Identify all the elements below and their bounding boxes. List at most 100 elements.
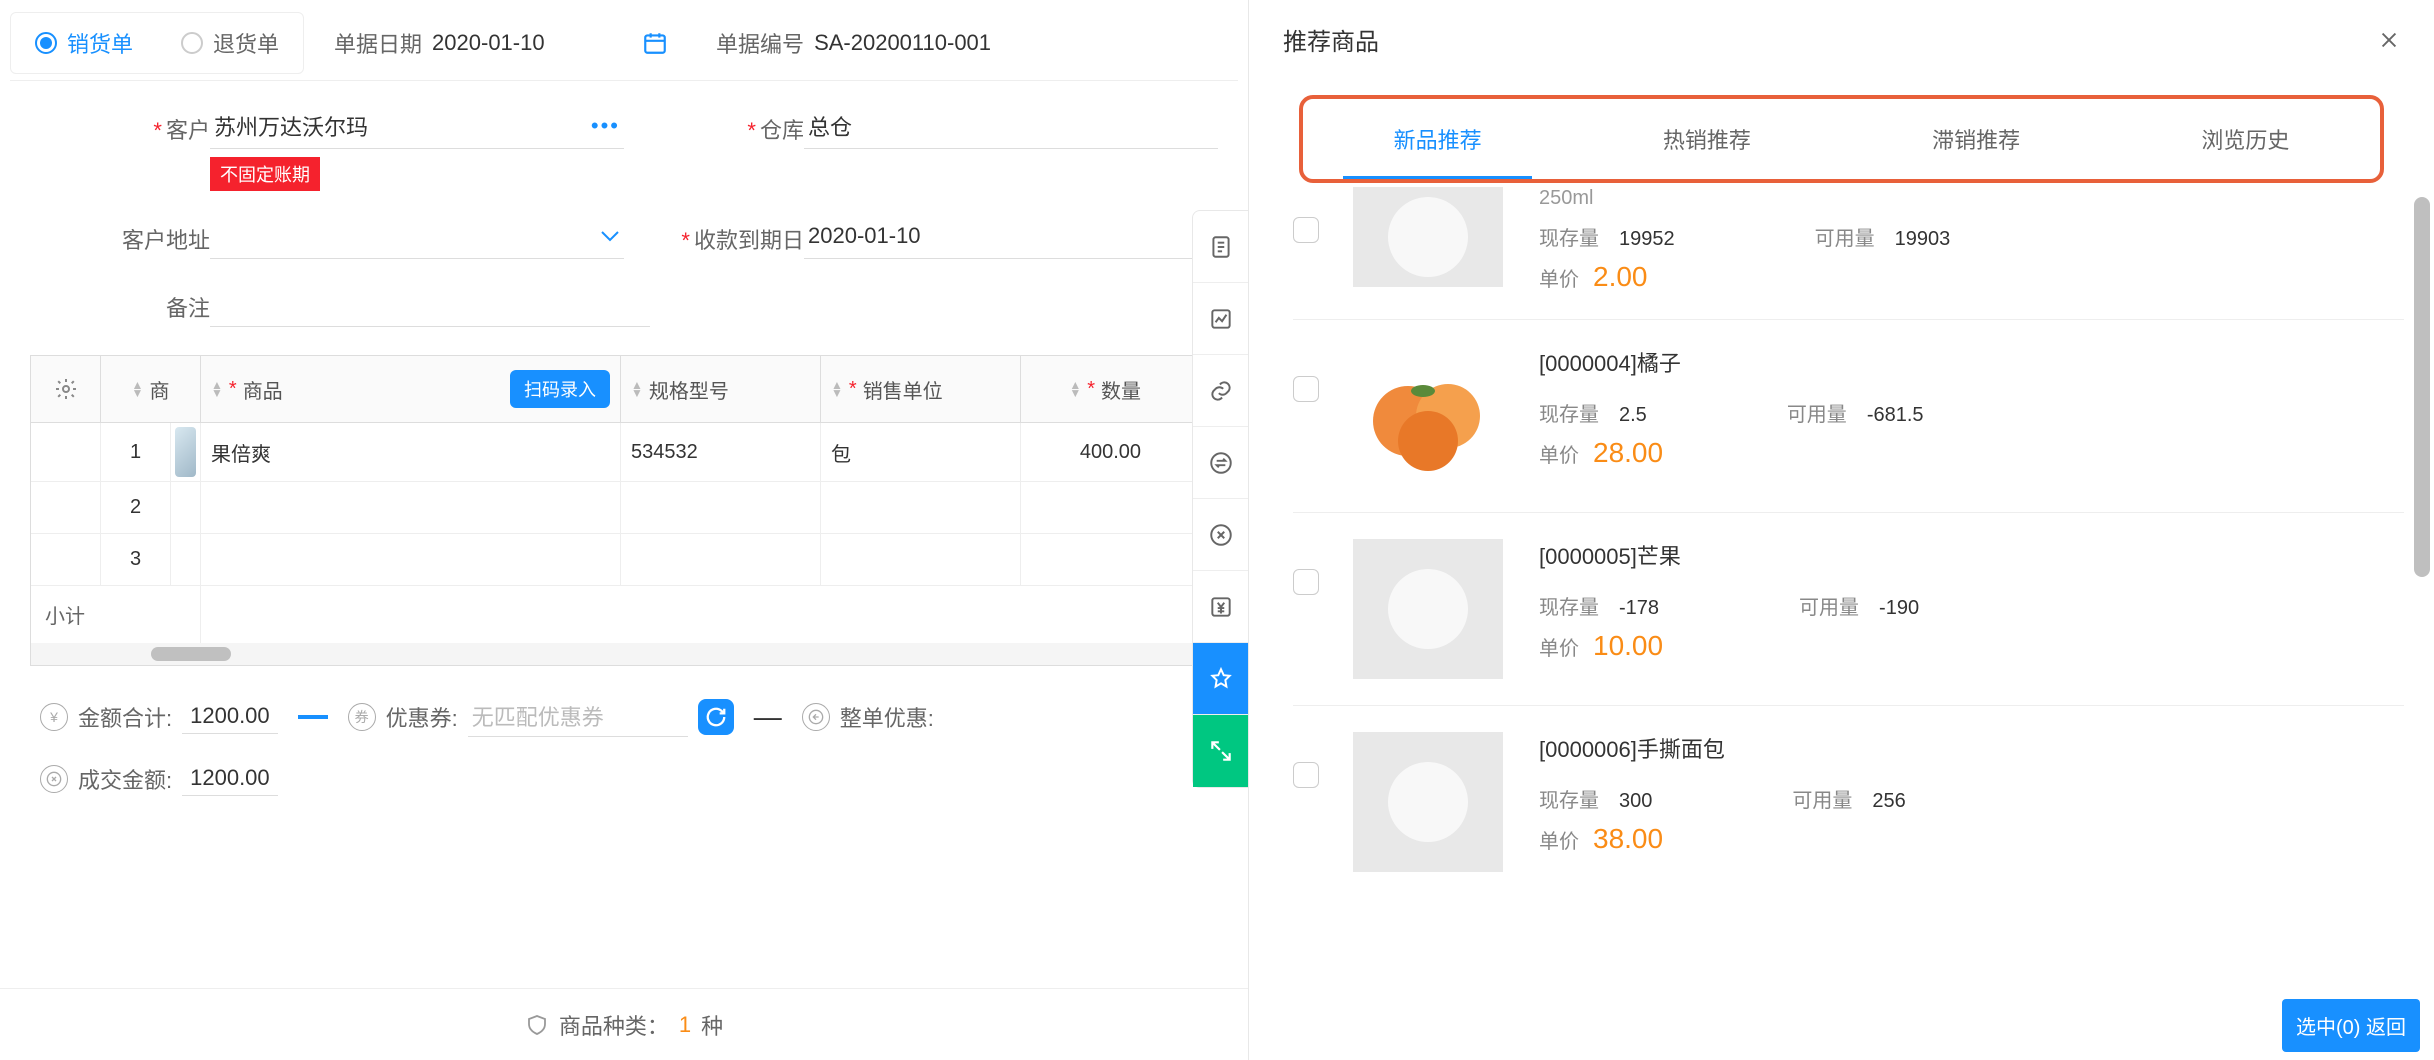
row-index: 1	[101, 423, 171, 481]
bottom-summary: 商品种类： 1 种	[0, 988, 1248, 1060]
tab-sales-order[interactable]: 销货单	[11, 13, 157, 73]
remark-input[interactable]	[210, 287, 650, 327]
checkbox[interactable]	[1293, 569, 1319, 595]
doc-date-field: 单据日期	[316, 27, 686, 59]
price-value: 2.00	[1593, 261, 1648, 292]
radio-icon	[181, 32, 203, 54]
minus-icon	[298, 715, 328, 719]
vertical-scrollbar[interactable]	[2414, 197, 2430, 577]
coupon-icon: 券	[348, 703, 376, 731]
field-label: 单据日期	[334, 27, 422, 59]
price-value: 28.00	[1593, 437, 1663, 468]
horizontal-scrollbar[interactable]	[31, 643, 1217, 665]
tab-hot[interactable]: 热销推荐	[1572, 103, 1841, 175]
header-row: 销货单 退货单 单据日期 单据编号 SA-20200110-001	[10, 12, 1238, 81]
col-header-unit[interactable]: ▲▼*销售单位	[821, 356, 1021, 422]
label-address: 客户地址	[122, 228, 210, 253]
select-return-button[interactable]: 选中(0) 返回	[2282, 999, 2420, 1052]
doc-number-field: 单据编号 SA-20200110-001	[698, 27, 1009, 59]
star-icon[interactable]	[1193, 643, 1248, 715]
tab-return-order[interactable]: 退货单	[157, 13, 303, 73]
chevron-down-icon	[600, 229, 620, 243]
customer-select[interactable]: 苏州万达沃尔玛 •••	[210, 109, 624, 149]
product-title: [0000004]橘子	[1539, 346, 2404, 378]
tab-label: 退货单	[213, 27, 279, 59]
avail-value: -681.5	[1867, 404, 1924, 426]
avail-value: 256	[1872, 790, 1905, 812]
checkbox[interactable]	[1293, 217, 1319, 243]
shield-icon	[525, 1013, 549, 1037]
product-image	[1353, 732, 1503, 872]
col-header-product[interactable]: ▲▼*商品 扫码录入	[201, 356, 621, 422]
table-row[interactable]: 3	[31, 534, 1217, 586]
tab-label: 销货单	[67, 27, 133, 59]
coupon-input[interactable]: 无匹配优惠券	[468, 696, 688, 737]
warehouse-select[interactable]: 总仓	[804, 109, 1218, 149]
refresh-button[interactable]	[698, 699, 734, 735]
more-dots-icon[interactable]: •••	[591, 113, 620, 139]
recommend-list: 250ml 现存量19952 可用量19903 单价2.00 [0000004]…	[1249, 187, 2434, 990]
cancel-icon[interactable]	[1193, 499, 1248, 571]
calendar-icon[interactable]	[642, 30, 668, 56]
checkbox[interactable]	[1293, 762, 1319, 788]
subtotal-label: 小计	[31, 586, 201, 643]
product-thumbnail	[175, 427, 196, 477]
list-item[interactable]: [0000005]芒果 现存量-178 可用量-190 单价10.00	[1293, 513, 2404, 706]
stock-value: 2.5	[1619, 404, 1647, 426]
close-icon[interactable]	[2378, 29, 2400, 51]
date-input[interactable]	[432, 30, 632, 56]
tab-new[interactable]: 新品推荐	[1303, 103, 1572, 175]
address-select[interactable]	[210, 219, 624, 259]
list-item[interactable]: [0000004]橘子 现存量2.5 可用量-681.5 单价28.00	[1293, 320, 2404, 513]
note-icon[interactable]	[1193, 211, 1248, 283]
scan-input-button[interactable]: 扫码录入	[510, 370, 610, 408]
table-row[interactable]: 2	[31, 482, 1217, 534]
side-toolbar	[1192, 210, 1248, 788]
label-duedate: 收款到期日	[694, 228, 804, 253]
currency-icon[interactable]	[1193, 571, 1248, 643]
product-name: 果倍爽	[201, 423, 621, 481]
duedate-value: 2020-01-10	[808, 223, 921, 249]
deal-value: 1200.00	[182, 761, 278, 796]
product-title: [0000006]手撕面包	[1539, 732, 2404, 764]
list-item[interactable]: [0000006]手撕面包 现存量300 可用量256 单价38.00	[1293, 706, 2404, 898]
product-unit: 包	[821, 423, 1021, 481]
amount-total: ¥ 金额合计: 1200.00	[40, 699, 278, 734]
account-period-badge: 不固定账期	[210, 157, 320, 191]
product-title-partial: 250ml	[1539, 187, 2404, 210]
row-index: 3	[101, 534, 171, 585]
col-header-spec[interactable]: ▲▼规格型号	[621, 356, 821, 422]
doc-number: SA-20200110-001	[814, 30, 991, 56]
product-title: [0000005]芒果	[1539, 539, 2404, 571]
expand-icon[interactable]	[1193, 715, 1248, 787]
label-customer: 客户	[166, 118, 210, 143]
gear-column-header[interactable]	[31, 356, 101, 422]
deal-icon	[40, 765, 68, 793]
list-item[interactable]: 250ml 现存量19952 可用量19903 单价2.00	[1293, 187, 2404, 320]
checkbox[interactable]	[1293, 376, 1319, 402]
tab-slow[interactable]: 滞销推荐	[1842, 103, 2111, 175]
deal-amount: 成交金额: 1200.00	[40, 761, 278, 796]
chart-icon[interactable]	[1193, 283, 1248, 355]
avail-value: 19903	[1895, 228, 1951, 250]
customer-value: 苏州万达沃尔玛	[214, 110, 368, 142]
stock-value: 19952	[1619, 228, 1675, 250]
label-warehouse: 仓库	[760, 118, 804, 143]
link-icon[interactable]	[1193, 355, 1248, 427]
field-label: 单据编号	[716, 27, 804, 59]
price-value: 38.00	[1593, 823, 1663, 854]
row-index: 2	[101, 482, 171, 533]
stock-value: 300	[1619, 790, 1652, 812]
table-row[interactable]: 1 果倍爽 534532 包 400.00	[31, 423, 1217, 482]
col-header-qty[interactable]: ▲▼*数量	[1021, 356, 1151, 422]
col-header-img[interactable]: ▲▼商	[101, 356, 201, 422]
label-remark: 备注	[166, 296, 210, 321]
duedate-input[interactable]: 2020-01-10	[804, 219, 1218, 259]
tab-history[interactable]: 浏览历史	[2111, 103, 2380, 175]
whole-discount: 整单优惠:	[802, 701, 934, 733]
recommend-header: 推荐商品	[1249, 0, 2434, 79]
minus-icon: —	[754, 701, 782, 733]
swap-icon[interactable]	[1193, 427, 1248, 499]
order-type-tabs: 销货单 退货单	[10, 12, 304, 74]
radio-icon	[35, 32, 57, 54]
